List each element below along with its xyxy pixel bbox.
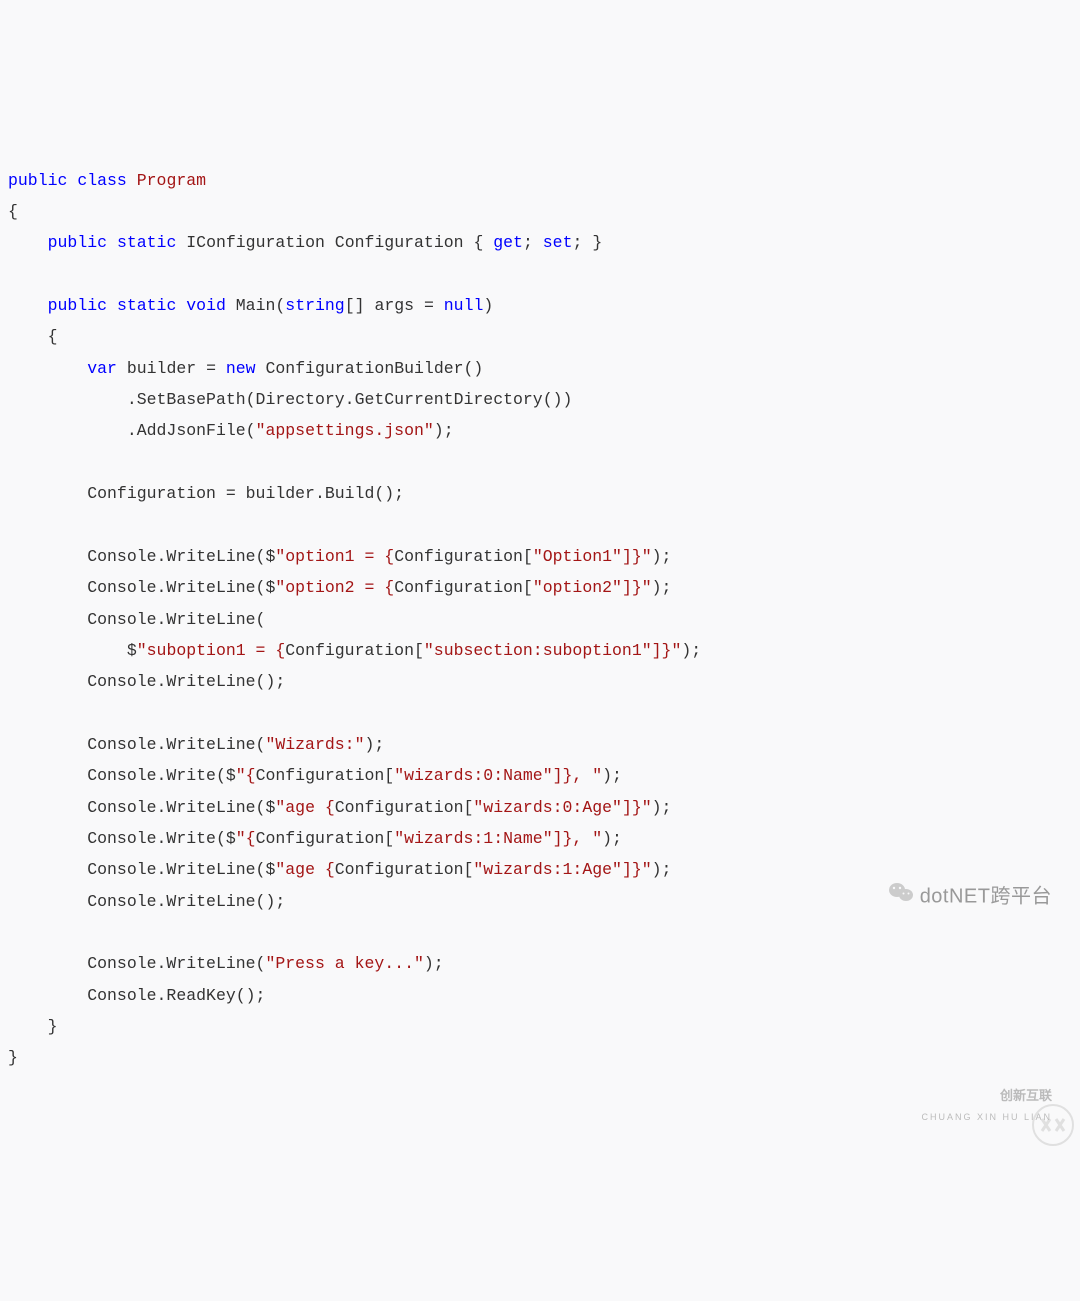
kw-void: void: [186, 296, 226, 315]
stmt-build: Configuration = builder.Build();: [87, 484, 404, 503]
brace-close: }: [8, 1048, 18, 1067]
kw-string: string: [285, 296, 344, 315]
call-writeline: Console.WriteLine($: [87, 578, 275, 597]
call-writeline: Console.WriteLine($: [87, 547, 275, 566]
type: IConfiguration: [186, 233, 325, 252]
str-press-key: "Press a key...": [265, 954, 423, 973]
call-writeline: Console.WriteLine(: [87, 610, 265, 629]
brace-close: }: [48, 1017, 58, 1036]
call-addjsonfile: .AddJsonFile(: [127, 421, 256, 440]
kw-class: class: [77, 171, 127, 190]
call-writeline: Console.WriteLine(: [87, 954, 265, 973]
kw-public: public: [48, 296, 107, 315]
call-writeline: Console.WriteLine($: [87, 798, 275, 817]
kw-static: static: [117, 296, 176, 315]
ctor: ConfigurationBuilder(): [266, 359, 484, 378]
watermark-main: dotNET跨平台: [827, 802, 1052, 992]
watermark: dotNET跨平台 创新互联 CHUANG XIN HU LIAN: [827, 726, 1052, 1106]
kw-var: var: [87, 359, 117, 378]
kw-static: static: [117, 233, 176, 252]
code-block: public class Program { public static ICo…: [8, 133, 1072, 1136]
call-writeline: Console.WriteLine();: [87, 892, 285, 911]
kw-set: set: [543, 233, 573, 252]
kw-public: public: [48, 233, 107, 252]
call-writeline: Console.WriteLine();: [87, 672, 285, 691]
class-name: Program: [137, 171, 206, 190]
call-write: Console.Write($: [87, 766, 236, 785]
brace-open: {: [48, 327, 58, 346]
param: args: [374, 296, 414, 315]
var-builder: builder: [127, 359, 196, 378]
kw-public: public: [8, 171, 67, 190]
call-write: Console.Write($: [87, 829, 236, 848]
str-wizards: "Wizards:": [265, 735, 364, 754]
call-readkey: Console.ReadKey();: [87, 986, 265, 1005]
method-name: Main: [236, 296, 276, 315]
kw-null: null: [444, 296, 484, 315]
brand-main: 创新互联: [1000, 1088, 1052, 1103]
brand-sub: CHUANG XIN HU LIAN: [921, 1109, 1052, 1126]
kw-get: get: [493, 233, 523, 252]
call-setbasepath: .SetBasePath(Directory.GetCurrentDirecto…: [127, 390, 573, 409]
kw-new: new: [226, 359, 256, 378]
wechat-icon: [851, 840, 913, 954]
call-writeline: Console.WriteLine(: [87, 735, 265, 754]
prop-name: Configuration: [335, 233, 464, 252]
str-appsettings: "appsettings.json": [256, 421, 434, 440]
brace-open: {: [8, 202, 18, 221]
call-writeline: Console.WriteLine($: [87, 860, 275, 879]
watermark-text: dotNET跨平台: [920, 886, 1052, 908]
